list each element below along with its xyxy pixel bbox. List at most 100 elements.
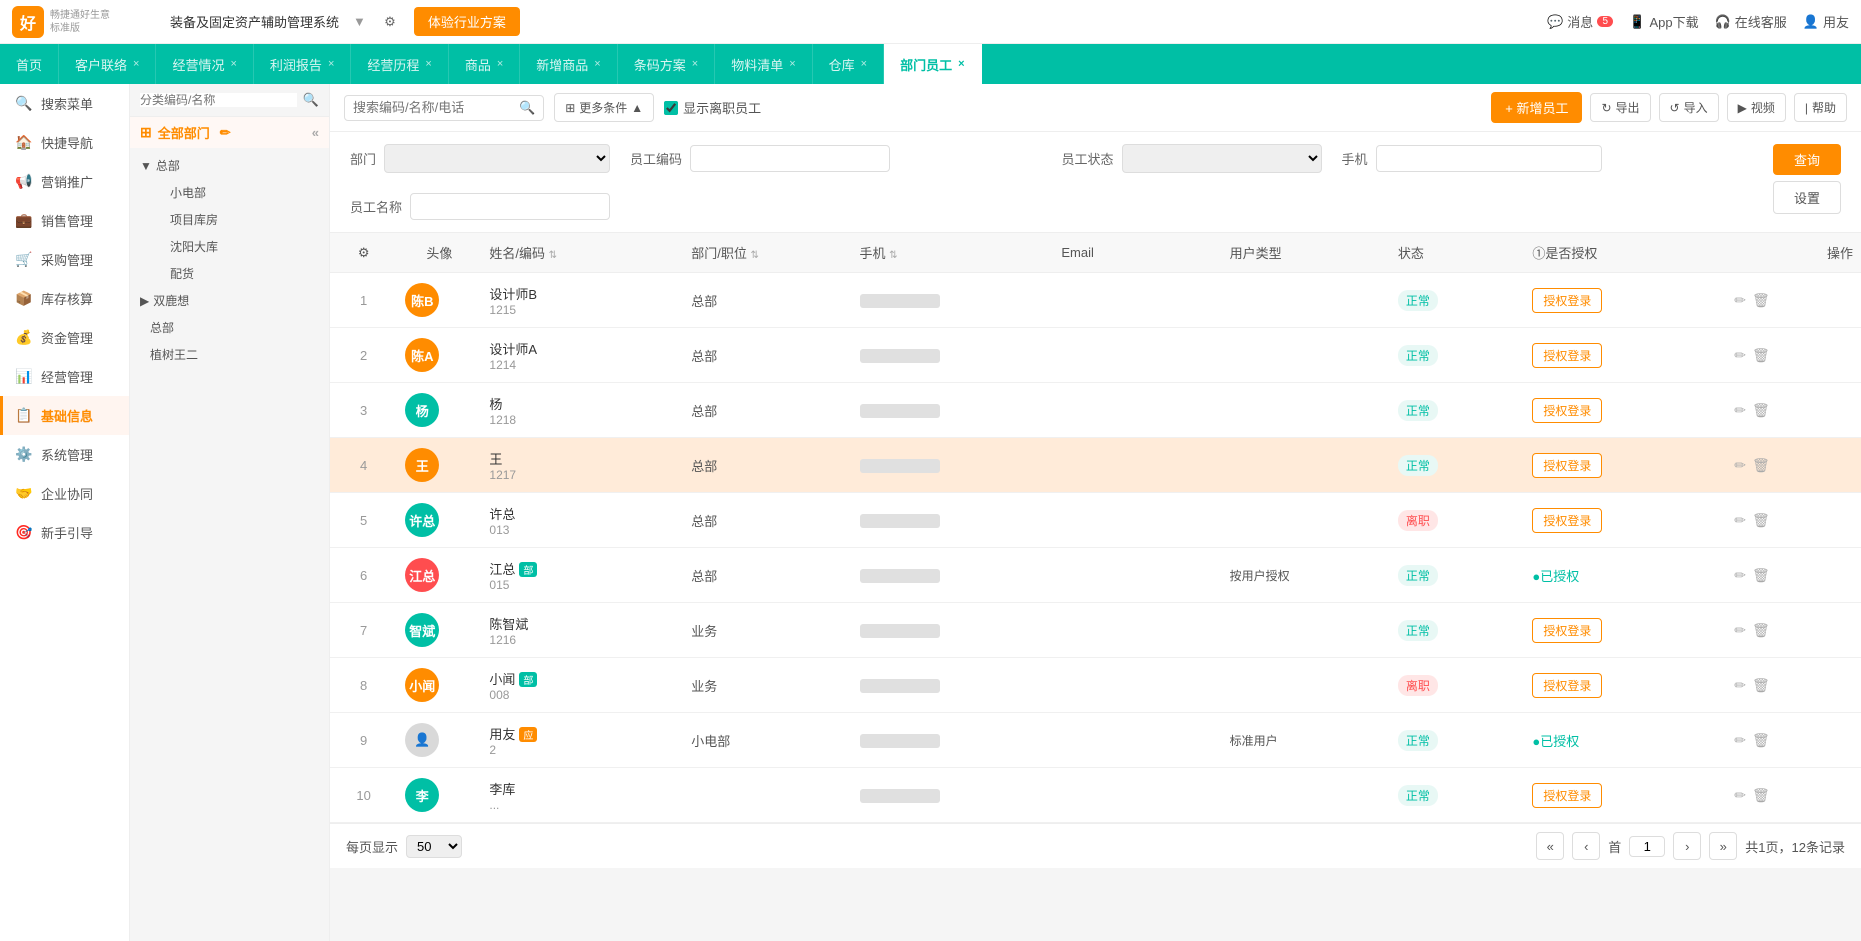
sidebar-item-营销推广[interactable]: 📢营销推广: [0, 162, 129, 201]
sidebar-item-资金管理[interactable]: 💰资金管理: [0, 318, 129, 357]
edit-icon[interactable]: ✏: [1734, 512, 1746, 529]
sidebar-item-销售管理[interactable]: 💼销售管理: [0, 201, 129, 240]
dept-tree-item-zhishu[interactable]: 植树王二: [130, 341, 329, 368]
dept-tree-item-zongbu2[interactable]: 总部: [130, 314, 329, 341]
edit-icon[interactable]: ✏: [1734, 567, 1746, 584]
auth-login-button[interactable]: 授权登录: [1532, 343, 1602, 368]
delete-icon[interactable]: 🗑: [1752, 732, 1770, 749]
nav-tab-close-部门员工[interactable]: ×: [958, 58, 964, 70]
nav-tab-经营情况[interactable]: 经营情况 ×: [156, 44, 253, 84]
per-page-select[interactable]: 50 100: [406, 835, 462, 858]
sort-name-icon[interactable]: ⇅: [549, 250, 557, 261]
nav-tab-物料清单[interactable]: 物料清单 ×: [715, 44, 812, 84]
nav-tab-新增商品[interactable]: 新增商品 ×: [520, 44, 617, 84]
page-number-input[interactable]: [1629, 836, 1665, 857]
nav-tab-利润报告[interactable]: 利润报告 ×: [254, 44, 351, 84]
dept-tree-item-zongbu-expand[interactable]: ▼ 总部: [130, 152, 329, 179]
dept-tree-item-xiangmu[interactable]: 项目库房: [150, 206, 329, 233]
last-page-button[interactable]: »: [1709, 832, 1737, 860]
sidebar-item-经营管理[interactable]: 📊经营管理: [0, 357, 129, 396]
nav-tab-首页[interactable]: 首页: [0, 44, 59, 84]
dept-all-item[interactable]: ⊞ 全部部门 ✏ «: [130, 117, 329, 148]
nav-tab-仓库[interactable]: 仓库 ×: [813, 44, 884, 84]
messages-button[interactable]: 💬 消息 5: [1547, 12, 1613, 31]
nav-tab-客户联络[interactable]: 客户联络 ×: [59, 44, 156, 84]
trial-button[interactable]: 体验行业方案: [414, 7, 520, 36]
sidebar-item-库存核算[interactable]: 📦库存核算: [0, 279, 129, 318]
show-resigned-checkbox[interactable]: [664, 101, 678, 115]
help-button[interactable]: | 帮助: [1794, 93, 1847, 122]
sidebar-item-企业协同[interactable]: 🤝企业协同: [0, 474, 129, 513]
nav-tab-close-物料清单[interactable]: ×: [789, 58, 795, 70]
search-button[interactable]: 查询: [1773, 144, 1841, 175]
nav-tab-close-客户联络[interactable]: ×: [133, 58, 139, 70]
app-download-button[interactable]: 📱 App下载: [1629, 12, 1698, 31]
th-dept[interactable]: 部门/职位 ⇅: [683, 233, 851, 273]
delete-icon[interactable]: 🗑: [1752, 292, 1770, 309]
employee-search-input[interactable]: [353, 100, 513, 115]
nav-tab-商品[interactable]: 商品 ×: [449, 44, 520, 84]
dept-search-input[interactable]: [140, 93, 297, 107]
auth-login-button[interactable]: 授权登录: [1532, 453, 1602, 478]
edit-icon[interactable]: ✏: [1734, 787, 1746, 804]
view-button[interactable]: ▶ 视频: [1727, 93, 1786, 122]
dept-filter-select[interactable]: [384, 144, 610, 173]
edit-icon[interactable]: ✏: [1734, 292, 1746, 309]
phone-input[interactable]: [1376, 145, 1602, 172]
sidebar-item-采购管理[interactable]: 🛒采购管理: [0, 240, 129, 279]
sidebar-item-系统管理[interactable]: ⚙️系统管理: [0, 435, 129, 474]
th-phone[interactable]: 手机 ⇅: [852, 233, 1054, 273]
auth-login-button[interactable]: 授权登录: [1532, 398, 1602, 423]
first-page-button[interactable]: «: [1536, 832, 1564, 860]
sort-phone-icon[interactable]: ⇅: [889, 250, 897, 261]
set-button[interactable]: 设置: [1773, 181, 1841, 214]
dept-search-icon[interactable]: 🔍: [303, 92, 319, 108]
next-page-button[interactable]: ›: [1673, 832, 1701, 860]
empname-input[interactable]: [410, 193, 610, 220]
dept-tree-item-peihuo[interactable]: 配货: [150, 260, 329, 287]
system-title-dropdown-icon[interactable]: ▼: [353, 14, 366, 29]
delete-icon[interactable]: 🗑: [1752, 677, 1770, 694]
empstatus-select[interactable]: [1122, 144, 1322, 173]
online-service-button[interactable]: 🎧 在线客服: [1715, 12, 1787, 31]
show-resigned-checkbox-label[interactable]: 显示离职员工: [664, 98, 761, 117]
sidebar-item-搜索菜单[interactable]: 🔍搜索菜单: [0, 84, 129, 123]
nav-tab-close-商品[interactable]: ×: [497, 58, 503, 70]
edit-icon[interactable]: ✏: [1734, 677, 1746, 694]
dept-tree-item-shenyang[interactable]: 沈阳大库: [150, 233, 329, 260]
dept-collapse-icon[interactable]: «: [312, 125, 319, 140]
nav-tab-close-经营历程[interactable]: ×: [425, 58, 431, 70]
delete-icon[interactable]: 🗑: [1752, 787, 1770, 804]
auth-login-button[interactable]: 授权登录: [1532, 508, 1602, 533]
nav-tab-close-经营情况[interactable]: ×: [230, 58, 236, 70]
dept-tree-item-xiaodian[interactable]: 小电部: [150, 179, 329, 206]
nav-tab-close-新增商品[interactable]: ×: [594, 58, 600, 70]
edit-icon[interactable]: ✏: [1734, 622, 1746, 639]
delete-icon[interactable]: 🗑: [1752, 512, 1770, 529]
more-conditions-button[interactable]: ⊞ 更多条件 ▲: [554, 93, 654, 122]
nav-tab-close-利润报告[interactable]: ×: [328, 58, 334, 70]
prev-page-button[interactable]: ‹: [1572, 832, 1600, 860]
add-employee-button[interactable]: + 新增员工: [1491, 92, 1582, 123]
user-menu-button[interactable]: 👤 用友: [1803, 12, 1849, 31]
edit-icon[interactable]: ✏: [1734, 732, 1746, 749]
delete-icon[interactable]: 🗑: [1752, 457, 1770, 474]
nav-tab-条码方案[interactable]: 条码方案 ×: [618, 44, 715, 84]
gear-icon[interactable]: ⚙: [376, 8, 404, 36]
sort-dept-icon[interactable]: ⇅: [751, 250, 759, 261]
nav-tab-close-条码方案[interactable]: ×: [692, 58, 698, 70]
delete-icon[interactable]: 🗑: [1752, 402, 1770, 419]
sidebar-item-快捷导航[interactable]: 🏠快捷导航: [0, 123, 129, 162]
dept-all-edit-icon[interactable]: ✏: [220, 125, 231, 141]
auth-login-button[interactable]: 授权登录: [1532, 673, 1602, 698]
dept-tree-item-shuanglu[interactable]: ▶ 双鹿想: [130, 287, 329, 314]
edit-icon[interactable]: ✏: [1734, 402, 1746, 419]
nav-tab-部门员工[interactable]: 部门员工 ×: [884, 44, 981, 84]
delete-icon[interactable]: 🗑: [1752, 567, 1770, 584]
edit-icon[interactable]: ✏: [1734, 457, 1746, 474]
delete-icon[interactable]: 🗑: [1752, 622, 1770, 639]
export-button[interactable]: ↻ 导出: [1590, 93, 1650, 122]
auth-login-button[interactable]: 授权登录: [1532, 618, 1602, 643]
sidebar-item-新手引导[interactable]: 🎯新手引导: [0, 513, 129, 552]
empcode-input[interactable]: [690, 145, 890, 172]
